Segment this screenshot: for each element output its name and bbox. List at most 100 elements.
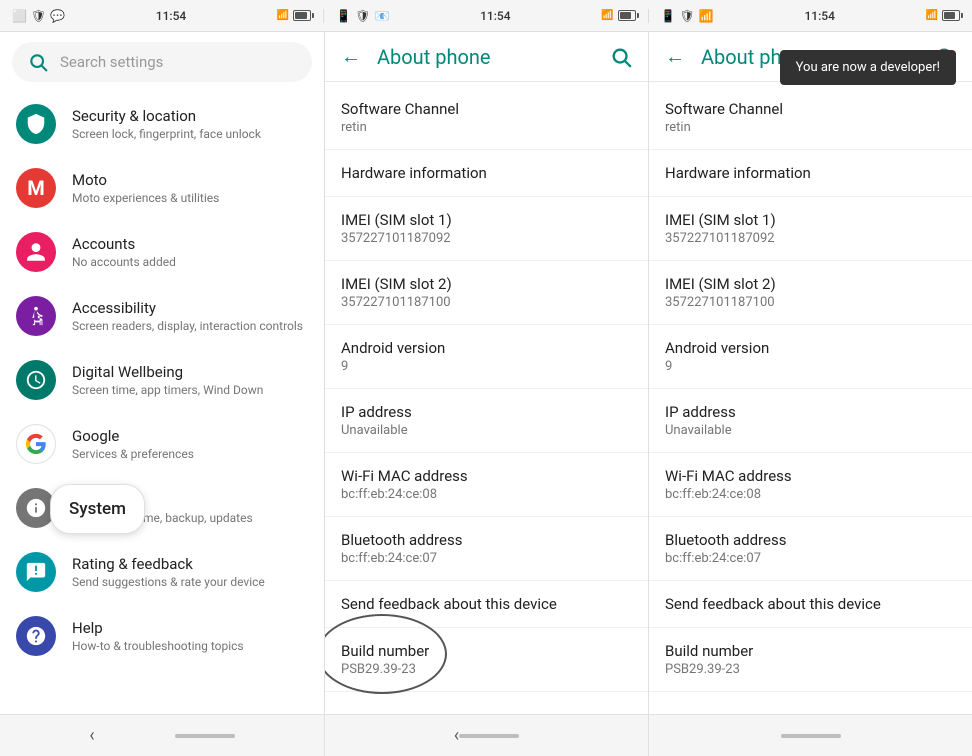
about-item-ip-address2[interactable]: IP address Unavailable xyxy=(649,389,972,453)
status-icons-3: 📱 🛡 📶 xyxy=(661,9,714,23)
search-bar[interactable]: Search settings xyxy=(12,42,312,82)
status-section-2: 📱 🛡 📧 11:54 📶 xyxy=(323,9,647,23)
bottom-nav-panel2 xyxy=(649,714,972,756)
nav-back-left[interactable]: ‹ xyxy=(89,725,94,746)
panel-header-1: ← About phone xyxy=(325,32,648,82)
battery-icon-3 xyxy=(942,10,960,21)
accounts-text: Accounts No accounts added xyxy=(72,235,308,269)
about-panel-1: ← About phone Software Channel retin Har… xyxy=(325,32,649,756)
about-item-wifi-mac2[interactable]: Wi-Fi MAC address bc:ff:eb:24:ce:08 xyxy=(649,453,972,517)
about-item-ip-address[interactable]: IP address Unavailable xyxy=(325,389,648,453)
search-icon xyxy=(28,52,48,72)
bottom-nav-left: ‹ xyxy=(0,714,324,756)
nav-pill-panel2 xyxy=(781,734,841,738)
security-text: Security & location Screen lock, fingerp… xyxy=(72,107,308,141)
build-number-title: Build number xyxy=(341,642,632,660)
ip-address2-value: Unavailable xyxy=(665,423,956,438)
sidebar-item-digital-wellbeing[interactable]: Digital Wellbeing Screen time, app timer… xyxy=(0,348,324,412)
sidebar-item-rating[interactable]: Rating & feedback Send suggestions & rat… xyxy=(0,540,324,604)
about-item-imei2[interactable]: IMEI (SIM slot 2) 357227101187100 xyxy=(325,261,648,325)
about-item-build-number[interactable]: Build number PSB29.39-23 xyxy=(325,628,648,692)
system-tooltip-title: System xyxy=(69,499,126,519)
nav-pill-left xyxy=(175,734,235,738)
accessibility-icon xyxy=(16,296,56,336)
help-text: Help How-to & troubleshooting topics xyxy=(72,619,308,653)
rating-title: Rating & feedback xyxy=(72,555,308,573)
imei1-value: 357227101187092 xyxy=(341,231,632,246)
sidebar-item-help[interactable]: Help How-to & troubleshooting topics xyxy=(0,604,324,668)
software-channel-title: Software Channel xyxy=(341,100,632,118)
about-item-wifi-mac[interactable]: Wi-Fi MAC address bc:ff:eb:24:ce:08 xyxy=(325,453,648,517)
back-arrow-2[interactable]: ← xyxy=(665,44,685,69)
bottom-nav-panel1: ‹ xyxy=(325,714,648,756)
imei1-2-value: 357227101187092 xyxy=(665,231,956,246)
search-icon-1[interactable] xyxy=(610,46,632,68)
software-channel2-title: Software Channel xyxy=(665,100,956,118)
wifi-mac-title: Wi-Fi MAC address xyxy=(341,467,632,485)
security-subtitle: Screen lock, fingerprint, face unlock xyxy=(72,127,308,141)
about-list-1: Software Channel retin Hardware informat… xyxy=(325,82,648,714)
settings-list: Security & location Screen lock, fingerp… xyxy=(0,92,324,714)
about-item-imei1[interactable]: IMEI (SIM slot 1) 357227101187092 xyxy=(325,197,648,261)
sidebar-item-accounts[interactable]: Accounts No accounts added xyxy=(0,220,324,284)
google-title: Google xyxy=(72,427,308,445)
sidebar-item-google[interactable]: Google Services & preferences xyxy=(0,412,324,476)
rating-subtitle: Send suggestions & rate your device xyxy=(72,575,308,589)
android-version-value: 9 xyxy=(341,359,632,374)
system-tooltip: System xyxy=(50,484,145,534)
battery-icon-1 xyxy=(293,10,311,21)
about-item-bluetooth[interactable]: Bluetooth address bc:ff:eb:24:ce:07 xyxy=(325,517,648,581)
google-subtitle: Services & preferences xyxy=(72,447,308,461)
digital-wellbeing-icon xyxy=(16,360,56,400)
wifi-mac-value: bc:ff:eb:24:ce:08 xyxy=(341,487,632,502)
accounts-title: Accounts xyxy=(72,235,308,253)
sidebar-item-system[interactable]: System Languages, time, backup, updates xyxy=(0,476,324,540)
about-item-hardware-info2[interactable]: Hardware information xyxy=(649,150,972,197)
sidebar-item-moto[interactable]: M Moto Moto experiences & utilities xyxy=(0,156,324,220)
bluetooth2-title: Bluetooth address xyxy=(665,531,956,549)
imei1-title: IMEI (SIM slot 1) xyxy=(341,211,632,229)
sidebar-item-accessibility[interactable]: Accessibility Screen readers, display, i… xyxy=(0,284,324,348)
about-panel-2: ← About phone You are now a developer! S… xyxy=(649,32,972,756)
developer-toast: You are now a developer! xyxy=(780,50,956,85)
digital-wellbeing-subtitle: Screen time, app timers, Wind Down xyxy=(72,383,308,397)
sidebar-item-security[interactable]: Security & location Screen lock, fingerp… xyxy=(0,92,324,156)
back-arrow-1[interactable]: ← xyxy=(341,44,361,69)
status-time-1: 11:54 xyxy=(156,9,186,23)
about-item-bluetooth2[interactable]: Bluetooth address bc:ff:eb:24:ce:07 xyxy=(649,517,972,581)
rating-text: Rating & feedback Send suggestions & rat… xyxy=(72,555,308,589)
about-item-feedback2[interactable]: Send feedback about this device xyxy=(649,581,972,628)
about-item-software-channel2[interactable]: Software Channel retin xyxy=(649,86,972,150)
digital-wellbeing-text: Digital Wellbeing Screen time, app timer… xyxy=(72,363,308,397)
about-item-feedback[interactable]: Send feedback about this device xyxy=(325,581,648,628)
about-item-android-version[interactable]: Android version 9 xyxy=(325,325,648,389)
feedback-title: Send feedback about this device xyxy=(341,595,632,613)
system-item-wrapper: System Languages, time, backup, updates … xyxy=(0,476,324,540)
bluetooth-value: bc:ff:eb:24:ce:07 xyxy=(341,551,632,566)
about-item-build-number2[interactable]: Build number PSB29.39-23 xyxy=(649,628,972,692)
about-item-hardware-info[interactable]: Hardware information xyxy=(325,150,648,197)
moto-title: Moto xyxy=(72,171,308,189)
accessibility-text: Accessibility Screen readers, display, i… xyxy=(72,299,308,333)
ip-address-title: IP address xyxy=(341,403,632,421)
status-time-2: 11:54 xyxy=(480,9,510,23)
feedback2-title: Send feedback about this device xyxy=(665,595,956,613)
android-version2-title: Android version xyxy=(665,339,956,357)
about-item-android-version2[interactable]: Android version 9 xyxy=(649,325,972,389)
about-item-software-channel[interactable]: Software Channel retin xyxy=(325,86,648,150)
moto-icon-label: M xyxy=(27,176,45,200)
accessibility-title: Accessibility xyxy=(72,299,308,317)
about-item-imei1-2[interactable]: IMEI (SIM slot 1) 357227101187092 xyxy=(649,197,972,261)
panel-title-1: About phone xyxy=(377,45,594,69)
status-bar: ⬜ 🛡 💬 11:54 📶 📱 🛡 📧 11:54 📶 📱 🛡 📶 11:54 xyxy=(0,0,972,32)
help-subtitle: How-to & troubleshooting topics xyxy=(72,639,308,653)
developer-toast-text: You are now a developer! xyxy=(796,60,940,75)
status-time-3: 11:54 xyxy=(804,9,834,23)
moto-icon: M xyxy=(16,168,56,208)
accessibility-subtitle: Screen readers, display, interaction con… xyxy=(72,319,308,333)
about-item-imei2-2[interactable]: IMEI (SIM slot 2) 357227101187100 xyxy=(649,261,972,325)
build-number2-title: Build number xyxy=(665,642,956,660)
build-number2-value: PSB29.39-23 xyxy=(665,662,956,677)
moto-text: Moto Moto experiences & utilities xyxy=(72,171,308,205)
hardware-info-title: Hardware information xyxy=(341,164,632,182)
